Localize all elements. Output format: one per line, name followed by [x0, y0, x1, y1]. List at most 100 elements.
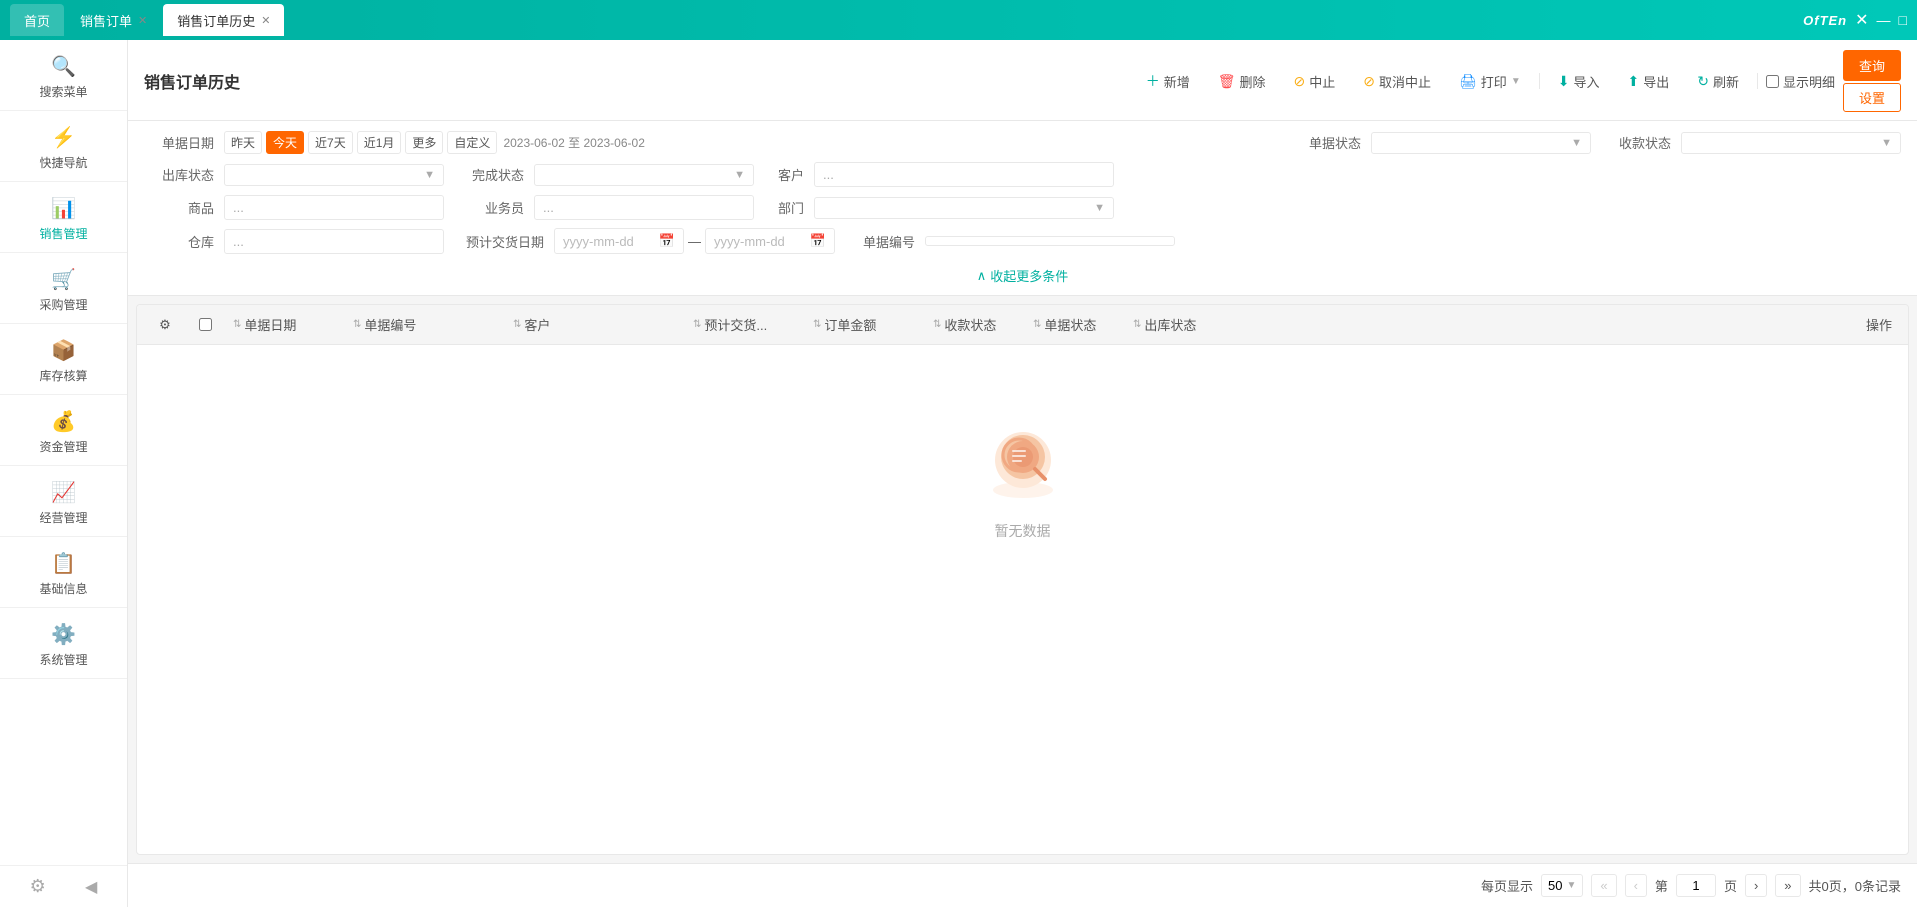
select-all-checkbox[interactable]: [199, 318, 212, 331]
cancel-stop-button[interactable]: ⊘ 取消中止: [1353, 67, 1441, 96]
th-sort-customer-icon[interactable]: ⇅: [513, 319, 521, 330]
expected-delivery-label: 预计交货日期: [464, 232, 554, 251]
salesman-input[interactable]: ...: [534, 195, 754, 220]
collapse-button[interactable]: ∧ 收起更多条件: [144, 262, 1901, 285]
operations-label: 经营管理: [39, 509, 87, 526]
total-info: 共0页，0条记录: [1809, 876, 1901, 895]
date-dash: —: [684, 234, 705, 249]
pay-status-select[interactable]: ▼: [1681, 132, 1901, 154]
capital-label: 资金管理: [39, 438, 87, 455]
sidebar-settings-icon[interactable]: ⚙: [30, 876, 46, 897]
sidebar-item-quick-nav[interactable]: ⚡ 快捷导航: [0, 111, 127, 182]
settings-button[interactable]: 设置: [1843, 83, 1901, 112]
goods-input[interactable]: ...: [224, 195, 444, 220]
content-area: 销售订单历史 ＋ 新增 🗑 删除 ⊘ 中止 ⊘ 取消中止: [128, 40, 1917, 907]
export-button[interactable]: ⬆ 导出: [1617, 67, 1679, 96]
empty-illustration: [973, 405, 1073, 505]
sales-order-tab-close[interactable]: ✕: [138, 14, 147, 27]
department-arrow-icon: ▼: [1094, 202, 1105, 214]
sidebar-item-basic-info[interactable]: 📋 基础信息: [0, 537, 127, 608]
prev-page-button[interactable]: ‹: [1625, 874, 1647, 897]
sales-order-history-tab-close[interactable]: ✕: [261, 14, 270, 27]
expected-delivery-start[interactable]: yyyy-mm-dd 📅: [554, 228, 684, 254]
tab-home[interactable]: 首页: [10, 4, 64, 36]
date-btn-yesterday[interactable]: 昨天: [224, 131, 262, 154]
goods-label: 商品: [144, 198, 224, 217]
window-minimize-icon[interactable]: —: [1877, 12, 1891, 28]
search-menu-icon: 🔍: [51, 54, 76, 79]
customer-input[interactable]: ...: [814, 162, 1114, 187]
date-label: 单据日期: [144, 133, 224, 152]
warehouse-input[interactable]: ...: [224, 229, 444, 254]
sidebar-item-operations[interactable]: 📈 经营管理: [0, 466, 127, 537]
purchase-mgmt-label: 采购管理: [39, 296, 87, 313]
empty-text: 暂无数据: [995, 521, 1051, 541]
sidebar-item-inventory[interactable]: 📦 库存核算: [0, 324, 127, 395]
warehouse-dots: ...: [233, 234, 244, 249]
print-icon: 🖨: [1459, 73, 1477, 90]
table-area: ⚙ ⇅ 单据日期 ⇅ 单据编号 ⇅ 客户 ⇅: [136, 304, 1909, 855]
th-settings[interactable]: ⚙: [145, 317, 185, 333]
window-close-icon[interactable]: ✕: [1855, 10, 1868, 30]
sidebar-item-search-menu[interactable]: 🔍 搜索菜单: [0, 40, 127, 111]
display-toggle-checkbox[interactable]: [1766, 75, 1779, 88]
per-page-select[interactable]: 50 ▼: [1541, 874, 1583, 897]
order-status-label: 单据状态: [1301, 133, 1371, 152]
date-btn-more[interactable]: 更多: [405, 131, 443, 154]
th-sort-out-icon[interactable]: ⇅: [1133, 319, 1141, 330]
query-button[interactable]: 查询: [1843, 50, 1901, 81]
department-select[interactable]: ▼: [814, 197, 1114, 219]
th-sort-amount-icon[interactable]: ⇅: [813, 319, 821, 330]
import-button[interactable]: ⬇ 导入: [1548, 67, 1610, 96]
new-button[interactable]: ＋ 新增: [1136, 66, 1200, 96]
order-code-input[interactable]: [925, 236, 1175, 246]
th-code-label: 单据编号: [364, 315, 416, 334]
customer-label: 客户: [774, 165, 814, 184]
current-page-input[interactable]: [1676, 874, 1716, 897]
print-button[interactable]: 🖨 打印 ▼: [1449, 67, 1531, 96]
per-page-value: 50: [1548, 878, 1562, 893]
toolbar-divider-1: [1539, 73, 1540, 89]
order-status-select[interactable]: ▼: [1371, 132, 1591, 154]
th-code: ⇅ 单据编号: [345, 315, 505, 334]
tab-sales-order[interactable]: 销售订单 ✕: [66, 4, 161, 36]
display-toggle[interactable]: 显示明细: [1766, 72, 1835, 91]
th-action-label: 操作: [1866, 315, 1892, 334]
th-check[interactable]: [185, 318, 225, 331]
filter-area: 单据日期 昨天 今天 近7天 近1月 更多 自定义 2023-06-02 至 2…: [128, 121, 1917, 296]
expected-delivery-end[interactable]: yyyy-mm-dd 📅: [705, 228, 835, 254]
refresh-button[interactable]: ↻ 刷新: [1687, 67, 1749, 96]
date-btn-custom[interactable]: 自定义: [447, 131, 497, 154]
sidebar-item-purchase-mgmt[interactable]: 🛒 采购管理: [0, 253, 127, 324]
filter-row-3: 商品 ... 业务员 ... 部门 ▼: [144, 195, 1901, 220]
sidebar-item-capital[interactable]: 💰 资金管理: [0, 395, 127, 466]
stop-button[interactable]: ⊘ 中止: [1284, 67, 1346, 96]
date-btn-1month[interactable]: 近1月: [357, 131, 402, 154]
last-page-button[interactable]: »: [1775, 874, 1800, 897]
th-sort-date-icon[interactable]: ⇅: [233, 319, 241, 330]
delete-button[interactable]: 🗑 删除: [1208, 67, 1276, 96]
first-page-button[interactable]: «: [1591, 874, 1616, 897]
sidebar-item-sales-mgmt[interactable]: 📊 销售管理: [0, 182, 127, 253]
date-btn-7days[interactable]: 近7天: [308, 131, 353, 154]
page-header: 销售订单历史 ＋ 新增 🗑 删除 ⊘ 中止 ⊘ 取消中止: [128, 40, 1917, 121]
new-icon: ＋: [1146, 71, 1160, 91]
complete-status-select[interactable]: ▼: [534, 164, 754, 186]
sidebar-collapse-icon[interactable]: ◀: [85, 877, 97, 897]
th-sort-pay-icon[interactable]: ⇅: [933, 319, 941, 330]
search-menu-label: 搜索菜单: [39, 83, 87, 100]
th-sort-order-icon[interactable]: ⇅: [1033, 319, 1041, 330]
th-customer: ⇅ 客户: [505, 315, 685, 334]
window-maximize-icon[interactable]: □: [1899, 12, 1907, 28]
out-status-select[interactable]: ▼: [224, 164, 444, 186]
toolbar: ＋ 新增 🗑 删除 ⊘ 中止 ⊘ 取消中止 🖨 打印: [1136, 50, 1901, 112]
date-btn-today[interactable]: 今天: [266, 131, 304, 154]
filter-row-1: 单据日期 昨天 今天 近7天 近1月 更多 自定义 2023-06-02 至 2…: [144, 131, 1901, 154]
th-sort-delivery-icon[interactable]: ⇅: [693, 319, 701, 330]
sidebar-item-system[interactable]: ⚙️ 系统管理: [0, 608, 127, 679]
next-page-button[interactable]: ›: [1745, 874, 1767, 897]
tab-sales-order-history[interactable]: 销售订单历史 ✕: [163, 4, 284, 36]
sidebar-bottom: ⚙ ◀: [0, 865, 127, 907]
stop-label: 中止: [1309, 72, 1335, 91]
th-sort-code-icon[interactable]: ⇅: [353, 319, 361, 330]
